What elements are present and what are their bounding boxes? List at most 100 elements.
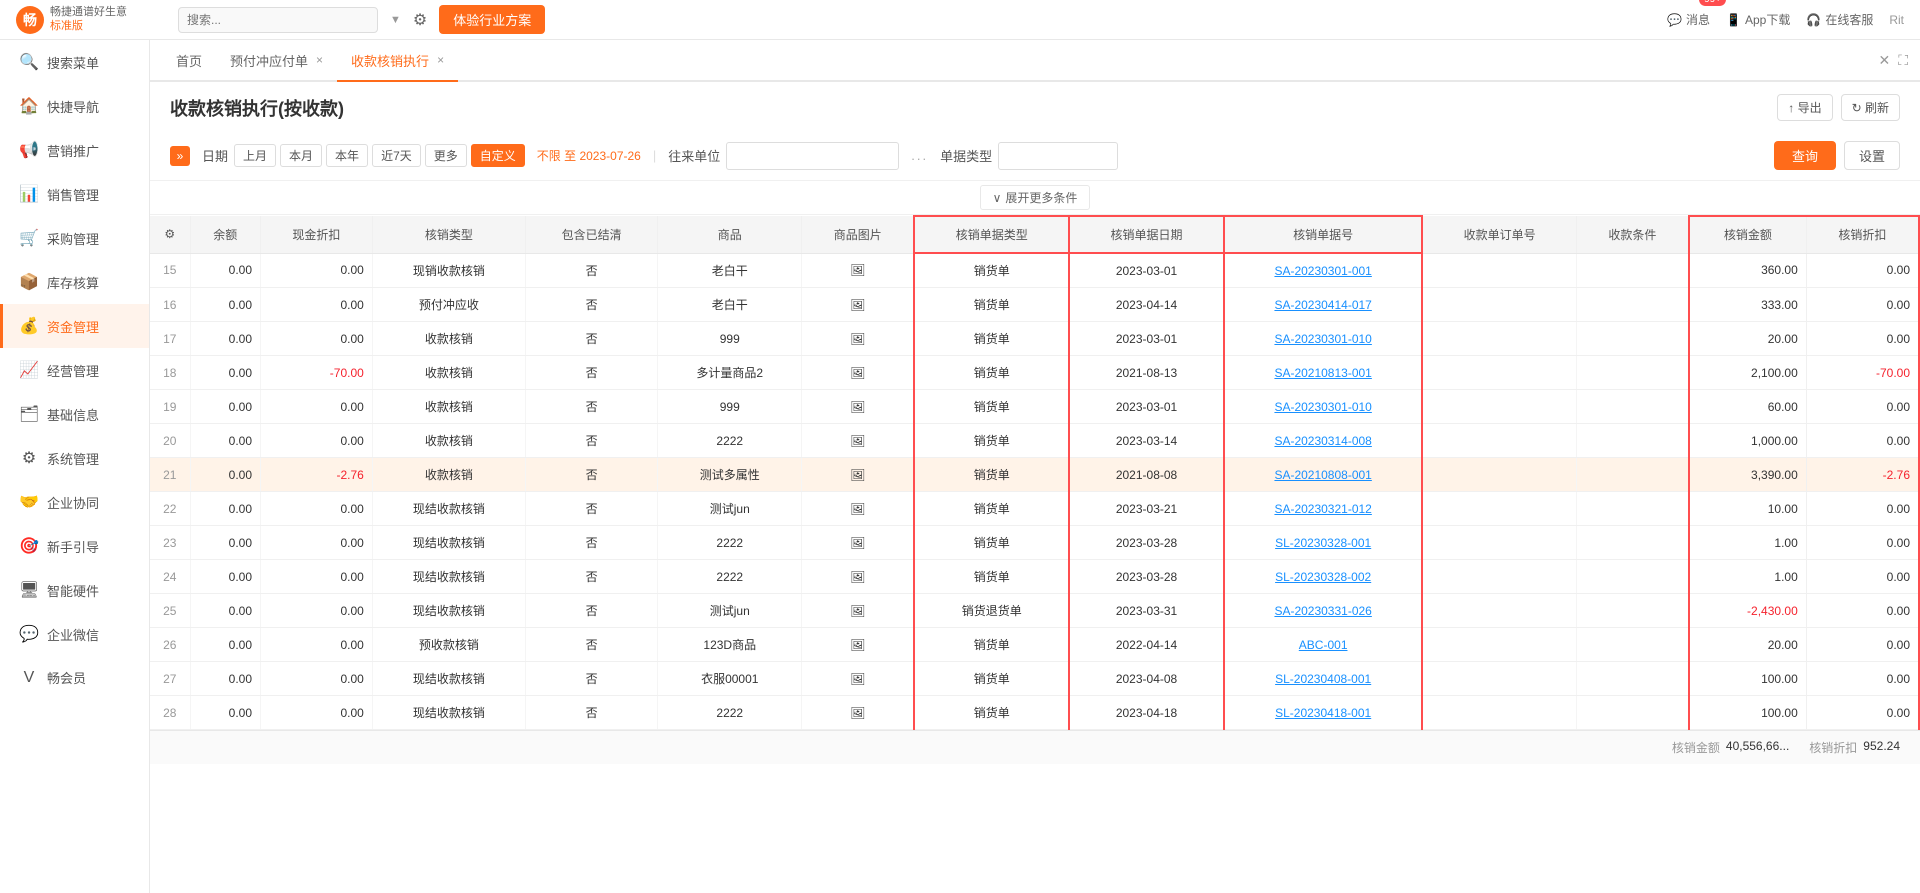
cell-write-off-bill-type: 销货单 xyxy=(914,253,1069,288)
date-btn-custom[interactable]: 自定义 xyxy=(471,144,525,167)
tab-prepay[interactable]: 预付冲应付单 × xyxy=(216,40,337,82)
date-btn-7days[interactable]: 近7天 xyxy=(372,144,421,167)
sidebar-item-quick-nav[interactable]: 🏠 快捷导航 xyxy=(0,84,149,128)
dropdown-btn[interactable]: ▼ xyxy=(390,14,401,26)
search-menu-icon: 🔍 xyxy=(19,52,39,72)
tab-home[interactable]: 首页 xyxy=(162,40,216,82)
cell-num[interactable]: 25 xyxy=(150,594,190,628)
cell-write-off-bill-no[interactable]: SL-20230328-002 xyxy=(1224,560,1422,594)
collapse-btn[interactable]: » xyxy=(170,146,190,166)
sidebar-item-hardware[interactable]: 🖥 智能硬件 xyxy=(0,568,149,612)
tab-close-all-icon[interactable]: ✕ xyxy=(1878,52,1890,69)
cell-write-off-discount: 0.00 xyxy=(1806,424,1919,458)
cell-write-off-amount: 20.00 xyxy=(1689,322,1806,356)
cell-receipt-condition xyxy=(1576,390,1689,424)
online-service[interactable]: 🎧 在线客服 xyxy=(1806,11,1873,28)
cell-receipt-condition xyxy=(1576,492,1689,526)
cell-goods-image: 🖼 xyxy=(802,356,915,390)
sidebar-item-operations[interactable]: 📈 经营管理 xyxy=(0,348,149,392)
cell-num[interactable]: 18 xyxy=(150,356,190,390)
export-button[interactable]: ↑ 导出 xyxy=(1777,94,1832,121)
tab-write-off[interactable]: 收款核销执行 × xyxy=(337,40,458,82)
refresh-button[interactable]: ↻ 刷新 xyxy=(1841,94,1900,121)
cell-write-off-discount: -70.00 xyxy=(1806,356,1919,390)
cell-goods: 测试多属性 xyxy=(658,458,802,492)
sidebar-item-sales[interactable]: 📊 销售管理 xyxy=(0,172,149,216)
cell-num[interactable]: 17 xyxy=(150,322,190,356)
cell-num[interactable]: 15 xyxy=(150,253,190,288)
cell-write-off-bill-no[interactable]: SA-20230301-001 xyxy=(1224,253,1422,288)
cell-cash-discount: 0.00 xyxy=(261,526,373,560)
cell-write-off-bill-no[interactable]: SA-20230301-010 xyxy=(1224,322,1422,356)
sidebar-item-member[interactable]: V 畅会员 xyxy=(0,656,149,699)
cell-write-off-bill-no[interactable]: SA-20210808-001 xyxy=(1224,458,1422,492)
cell-balance: 0.00 xyxy=(190,356,261,390)
basic-info-icon: 🗂 xyxy=(19,404,39,424)
th-gear[interactable]: ⚙ xyxy=(150,216,190,253)
tab-expand-icon[interactable]: ⛶ xyxy=(1898,52,1908,69)
cell-write-off-bill-no[interactable]: SA-20230331-026 xyxy=(1224,594,1422,628)
cell-num[interactable]: 19 xyxy=(150,390,190,424)
from-unit-input[interactable] xyxy=(726,142,899,170)
date-btn-last-month[interactable]: 上月 xyxy=(234,144,276,167)
cell-write-off-bill-no[interactable]: SL-20230418-001 xyxy=(1224,696,1422,730)
sidebar-item-purchase[interactable]: 🛒 采购管理 xyxy=(0,216,149,260)
cell-write-off-bill-no[interactable]: SA-20210813-001 xyxy=(1224,356,1422,390)
sidebar-item-search[interactable]: 🔍 搜索菜单 xyxy=(0,40,149,84)
cell-num[interactable]: 26 xyxy=(150,628,190,662)
date-btn-more[interactable]: 更多 xyxy=(425,144,467,167)
notify-item[interactable]: 💬 消息 99+ xyxy=(1667,11,1710,28)
cell-write-off-type: 收款核销 xyxy=(372,356,525,390)
sidebar-item-inventory[interactable]: 📦 库存核算 xyxy=(0,260,149,304)
cell-write-off-bill-no[interactable]: SA-20230321-012 xyxy=(1224,492,1422,526)
cell-write-off-type: 现结收款核销 xyxy=(372,662,525,696)
date-btn-this-year[interactable]: 本年 xyxy=(326,144,368,167)
cell-write-off-bill-date: 2023-03-01 xyxy=(1069,253,1224,288)
bill-type-select[interactable] xyxy=(998,142,1118,170)
cell-cash-discount: 0.00 xyxy=(261,390,373,424)
cell-write-off-type: 收款核销 xyxy=(372,424,525,458)
cell-num[interactable]: 28 xyxy=(150,696,190,730)
cell-num[interactable]: 21 xyxy=(150,458,190,492)
sidebar-item-wechat[interactable]: 💬 企业微信 xyxy=(0,612,149,656)
cell-write-off-bill-no[interactable]: SA-20230314-008 xyxy=(1224,424,1422,458)
date-btn-this-month[interactable]: 本月 xyxy=(280,144,322,167)
sidebar-item-collab[interactable]: 🤝 企业协同 xyxy=(0,480,149,524)
gear-icon[interactable]: ⚙ xyxy=(413,10,427,30)
cell-num[interactable]: 27 xyxy=(150,662,190,696)
table-row: 240.000.00现结收款核销否2222🖼销货单2023-03-28SL-20… xyxy=(150,560,1919,594)
cell-balance: 0.00 xyxy=(190,492,261,526)
app-icon: 📱 xyxy=(1726,13,1741,27)
cell-write-off-amount: 360.00 xyxy=(1689,253,1806,288)
query-button[interactable]: 查询 xyxy=(1774,141,1836,170)
cell-goods-image: 🖼 xyxy=(802,424,915,458)
cell-goods-image: 🖼 xyxy=(802,458,915,492)
sidebar-item-finance[interactable]: 💰 资金管理 xyxy=(0,304,149,348)
cell-goods: 多计量商品2 xyxy=(658,356,802,390)
tab-write-off-close[interactable]: × xyxy=(437,53,444,67)
setting-button[interactable]: 设置 xyxy=(1844,141,1900,170)
cell-write-off-bill-type: 销货单 xyxy=(914,424,1069,458)
expand-btn[interactable]: ∨ 展开更多条件 xyxy=(980,185,1091,210)
cell-receipt-condition xyxy=(1576,696,1689,730)
trial-btn[interactable]: 体验行业方案 xyxy=(439,5,545,34)
cell-num[interactable]: 16 xyxy=(150,288,190,322)
cell-write-off-bill-no[interactable]: SL-20230408-001 xyxy=(1224,662,1422,696)
sidebar-item-system[interactable]: ⚙ 系统管理 xyxy=(0,436,149,480)
cell-num[interactable]: 22 xyxy=(150,492,190,526)
cell-write-off-amount: 333.00 xyxy=(1689,288,1806,322)
cell-cash-discount: 0.00 xyxy=(261,662,373,696)
cell-write-off-bill-no[interactable]: ABC-001 xyxy=(1224,628,1422,662)
sidebar-item-basic-info[interactable]: 🗂 基础信息 xyxy=(0,392,149,436)
cell-num[interactable]: 24 xyxy=(150,560,190,594)
search-input[interactable] xyxy=(178,7,378,33)
cell-write-off-bill-no[interactable]: SA-20230414-017 xyxy=(1224,288,1422,322)
cell-write-off-bill-no[interactable]: SA-20230301-010 xyxy=(1224,390,1422,424)
sidebar-item-guide[interactable]: 🎯 新手引导 xyxy=(0,524,149,568)
sidebar-item-marketing[interactable]: 📢 营销推广 xyxy=(0,128,149,172)
cell-num[interactable]: 20 xyxy=(150,424,190,458)
tab-prepay-close[interactable]: × xyxy=(316,53,323,67)
cell-num[interactable]: 23 xyxy=(150,526,190,560)
cell-write-off-bill-no[interactable]: SL-20230328-001 xyxy=(1224,526,1422,560)
app-download[interactable]: 📱 App下载 xyxy=(1726,11,1790,28)
